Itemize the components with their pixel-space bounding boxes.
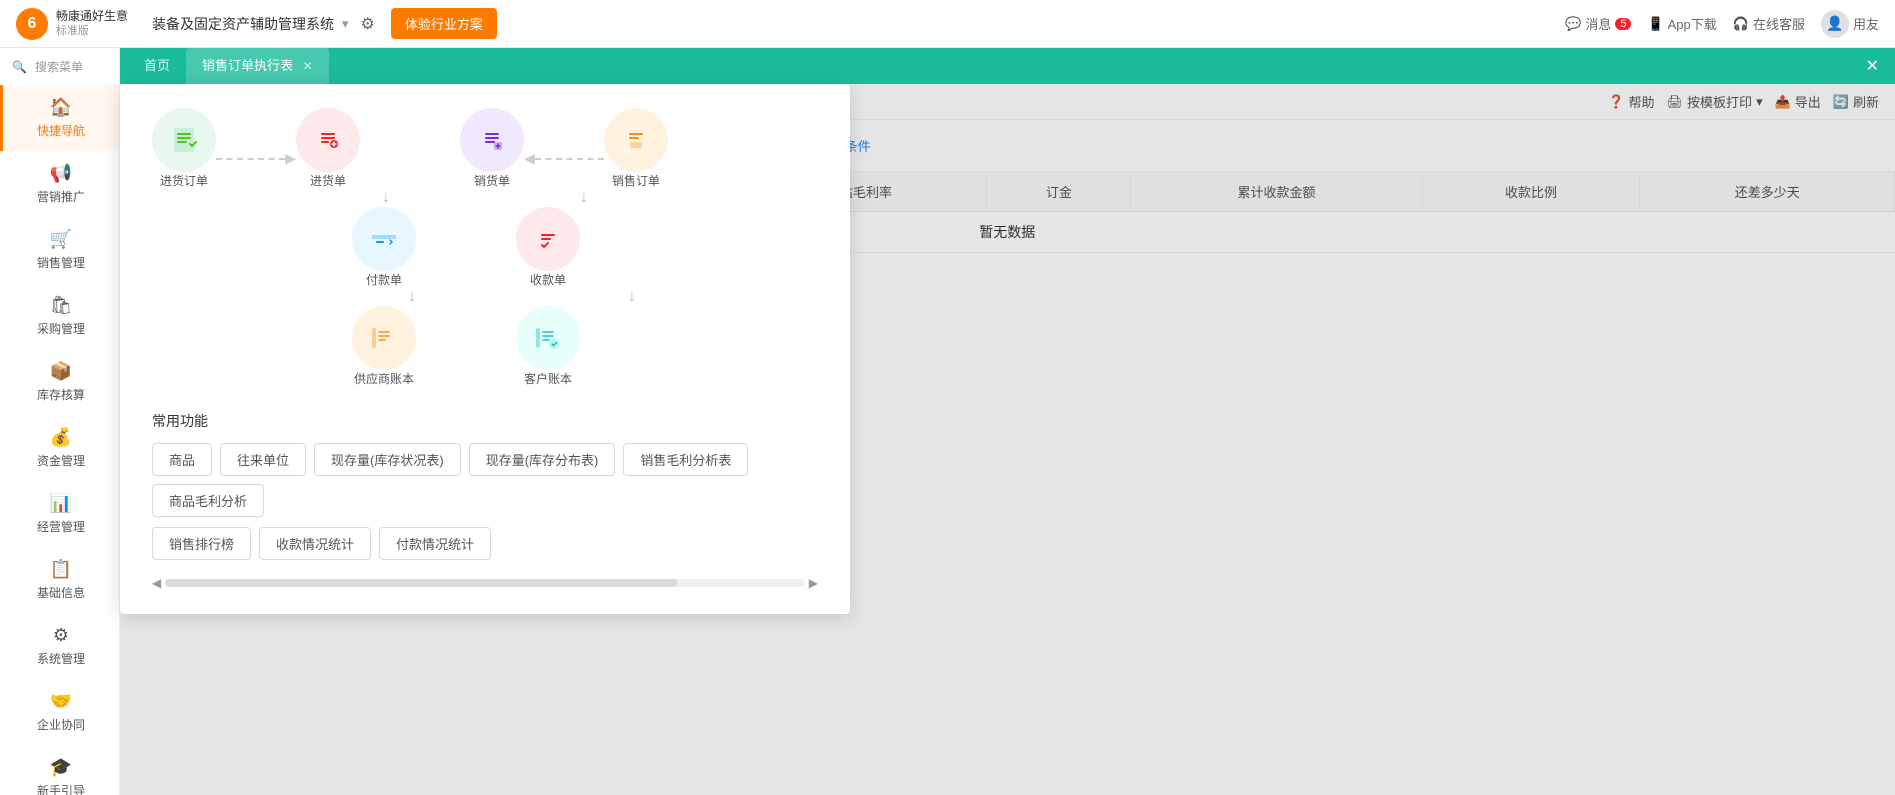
finance-icon: 💰 (50, 427, 72, 448)
tab-close-icon[interactable]: ✕ (303, 59, 313, 73)
supplier-ledger-circle[interactable] (352, 306, 416, 370)
trial-button[interactable]: 体验行业方案 (391, 8, 497, 39)
common-functions-section: 常用功能 商品 往来单位 现存量(库存状况表) 现存量(库存分布表) 销售毛利分… (152, 411, 818, 560)
sidebar-item-purchase[interactable]: 🛍 采购管理 (0, 283, 119, 349)
sys-mgmt-icon: ⚙ (53, 625, 69, 646)
func-btn-sales-rank[interactable]: 销售排行榜 (152, 527, 251, 560)
sidebar-item-finance[interactable]: 💰 资金管理 (0, 415, 119, 481)
operations-icon: 📊 (50, 493, 72, 514)
func-buttons-row2: 销售排行榜 收款情况统计 付款情况统计 (152, 527, 818, 560)
app-title-area: 装备及固定资产辅助管理系统 ▾ ⚙ 体验行业方案 (152, 8, 1565, 39)
sidebar-item-enterprise[interactable]: 🤝 企业协同 (0, 679, 119, 745)
sales-icon: 🛒 (50, 229, 72, 250)
sales-bill-label: 销货单 (474, 172, 510, 189)
flow-item-supplier-ledger: 供应商账本 (352, 306, 416, 387)
func-btn-sales-gross[interactable]: 销售毛利分析表 (623, 443, 748, 476)
system-title: 装备及固定资产辅助管理系统 (152, 14, 334, 34)
tab-home[interactable]: 首页 (128, 48, 186, 84)
sales-order-label: 销售订单 (612, 172, 660, 189)
flow-item-sales-order: 销售订单 (604, 108, 668, 189)
purchase-bill-label: 进货单 (310, 172, 346, 189)
customer-ledger-label: 客户账本 (524, 370, 572, 387)
flow-item-customer-ledger: 客户账本 (516, 306, 580, 387)
online-service-button[interactable]: 🎧 在线客服 (1733, 14, 1805, 33)
flow-item-purchase-order: 进货订单 (152, 108, 216, 189)
quick-nav-icon: 🏠 (50, 97, 72, 118)
message-badge: 5 (1615, 18, 1631, 30)
receipt-bill-label: 收款单 (530, 271, 566, 288)
app-download-button[interactable]: 📱 App下载 (1647, 14, 1716, 33)
tabs-bar: 首页 销售订单执行表 ✕ ✕ (120, 48, 1895, 84)
scroll-left-button[interactable]: ◀ (152, 576, 161, 590)
quick-nav-overlay: 进货订单 ▶ 进货单 (120, 84, 1895, 795)
purchase-order-label: 进货订单 (160, 172, 208, 189)
scrollbar-thumb (165, 579, 677, 587)
func-btn-product-gross[interactable]: 商品毛利分析 (152, 484, 264, 517)
sidebar-item-operations[interactable]: 📊 经营管理 (0, 481, 119, 547)
enterprise-icon: 🤝 (50, 691, 72, 712)
message-icon: 💬 (1565, 16, 1581, 32)
quick-nav-modal: 进货订单 ▶ 进货单 (120, 84, 850, 614)
func-btn-product[interactable]: 商品 (152, 443, 212, 476)
customer-ledger-circle[interactable] (516, 306, 580, 370)
flow-item-receipt-bill: 收款单 (516, 207, 580, 288)
modal-scrollbar: ◀ ▶ (152, 576, 818, 590)
logo-text: 畅康通好生意 标准版 (56, 9, 128, 39)
flow-diagram: 进货订单 ▶ 进货单 (152, 108, 818, 387)
flow-item-payment-bill: 付款单 (352, 207, 416, 288)
sidebar-item-newbie[interactable]: 🎓 新手引导 (0, 745, 119, 795)
supplier-ledger-label: 供应商账本 (354, 370, 414, 387)
flow-item-purchase-bill: 进货单 (296, 108, 360, 189)
settings-icon[interactable]: ⚙ (361, 14, 375, 34)
func-btn-stock-dist[interactable]: 现存量(库存分布表) (469, 443, 616, 476)
sidebar-item-inventory[interactable]: 📦 库存核算 (0, 349, 119, 415)
scrollbar-track[interactable] (165, 579, 805, 587)
top-header: 6 畅康通好生意 标准版 装备及固定资产辅助管理系统 ▾ ⚙ 体验行业方案 💬 … (0, 0, 1895, 48)
sidebar-item-marketing[interactable]: 📢 营销推广 (0, 151, 119, 217)
download-icon: 📱 (1647, 16, 1663, 32)
sidebar-item-search[interactable]: 🔍 搜索菜单 (0, 48, 119, 85)
func-btn-receipt-stat[interactable]: 收款情况统计 (259, 527, 371, 560)
common-func-title: 常用功能 (152, 411, 818, 431)
scroll-right-button[interactable]: ▶ (809, 576, 818, 590)
service-icon: 🎧 (1733, 16, 1749, 32)
search-icon: 🔍 (12, 60, 27, 74)
close-all-tabs-button[interactable]: ✕ (1858, 56, 1887, 76)
sidebar-item-basic-info[interactable]: 📋 基础信息 (0, 547, 119, 613)
sidebar: 🔍 搜索菜单 🏠 快捷导航 📢 营销推广 🛒 销售管理 🛍 采购管理 📦 库存核… (0, 48, 120, 795)
tab-sales-order-exec[interactable]: 销售订单执行表 ✕ (186, 48, 329, 84)
payment-bill-label: 付款单 (366, 271, 402, 288)
func-btn-payment-stat[interactable]: 付款情况统计 (379, 527, 491, 560)
purchase-bill-circle[interactable] (296, 108, 360, 172)
newbie-icon: 🎓 (50, 757, 72, 778)
payment-bill-circle[interactable] (352, 207, 416, 271)
flow-item-sales-bill: 销货单 (460, 108, 524, 189)
func-buttons-row1: 商品 往来单位 现存量(库存状况表) 现存量(库存分布表) 销售毛利分析表 商品… (152, 443, 818, 517)
logo-area: 6 畅康通好生意 标准版 (16, 8, 136, 40)
header-right: 💬 消息 5 📱 App下载 🎧 在线客服 👤 用友 (1565, 10, 1879, 38)
user-menu[interactable]: 👤 用友 (1821, 10, 1879, 38)
func-btn-partner[interactable]: 往来单位 (220, 443, 306, 476)
sales-bill-circle[interactable] (460, 108, 524, 172)
sidebar-item-sys-mgmt[interactable]: ⚙ 系统管理 (0, 613, 119, 679)
message-button[interactable]: 💬 消息 5 (1565, 14, 1631, 33)
sidebar-item-sales[interactable]: 🛒 销售管理 (0, 217, 119, 283)
func-btn-stock-status[interactable]: 现存量(库存状况表) (314, 443, 461, 476)
message-label: 消息 (1585, 14, 1611, 33)
basic-info-icon: 📋 (50, 559, 72, 580)
purchase-icon: 🛍 (50, 295, 73, 316)
avatar: 👤 (1821, 10, 1849, 38)
inventory-icon: 📦 (50, 361, 72, 382)
logo-icon: 6 (16, 8, 48, 40)
sidebar-item-quick-nav[interactable]: 🏠 快捷导航 (0, 85, 119, 151)
sales-order-circle[interactable] (604, 108, 668, 172)
marketing-icon: 📢 (50, 163, 72, 184)
purchase-order-circle[interactable] (152, 108, 216, 172)
title-dropdown-icon[interactable]: ▾ (342, 16, 349, 32)
receipt-bill-circle[interactable] (516, 207, 580, 271)
